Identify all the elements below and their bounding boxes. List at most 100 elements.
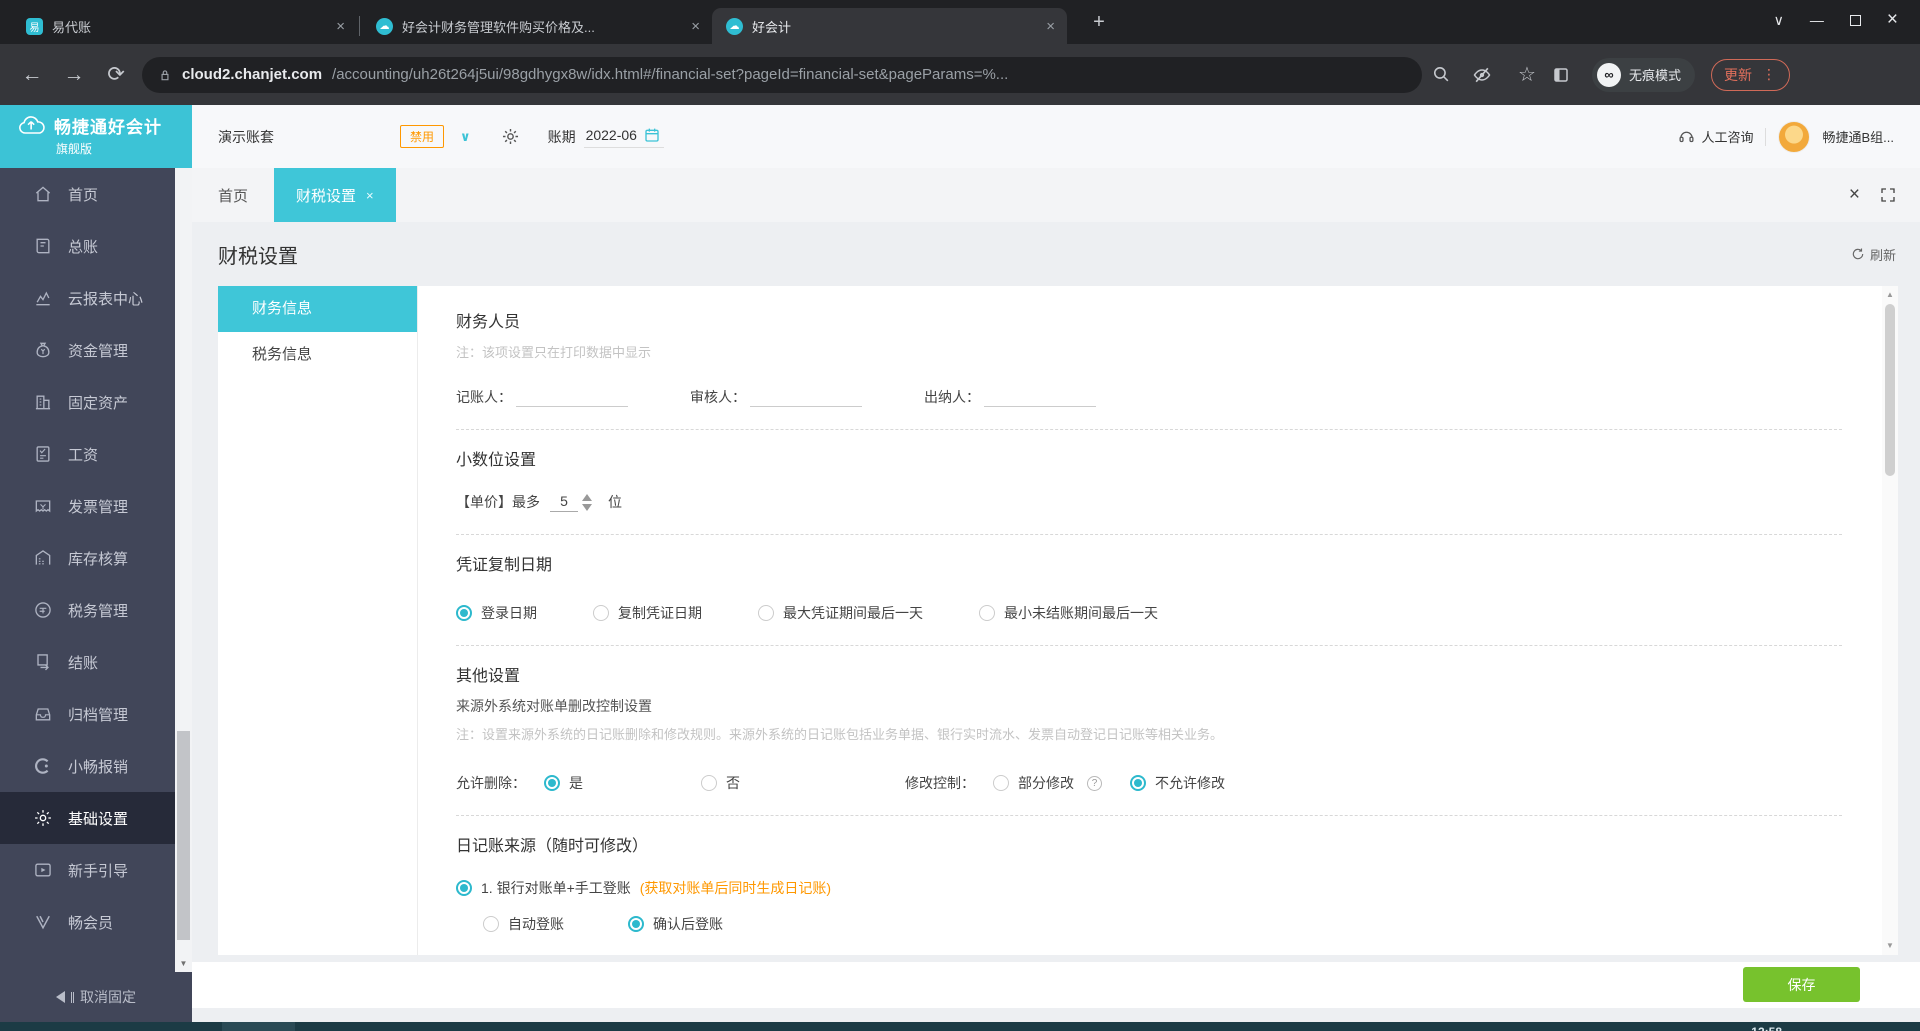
fullscreen-icon[interactable] <box>1880 187 1896 203</box>
unpin-sidebar-button[interactable]: 取消固定 <box>0 972 192 1022</box>
radio-delete-no[interactable] <box>701 775 717 791</box>
reviewer-input[interactable] <box>750 387 862 407</box>
tab-financial-settings[interactable]: 财税设置 × <box>274 168 396 222</box>
browser-tab-3-active[interactable]: ☁ 好会计 × <box>712 8 1067 44</box>
search-icon[interactable] <box>1432 65 1462 84</box>
bookmark-star-icon[interactable]: ☆ <box>1512 62 1542 87</box>
back-button[interactable]: ← <box>16 63 48 87</box>
close-window-button[interactable]: × <box>1887 9 1898 31</box>
refresh-button[interactable]: 刷新 <box>1851 245 1896 264</box>
tab-close-icon[interactable]: × <box>1046 18 1055 35</box>
sidebar-item-report-center[interactable]: 云报表中心 <box>0 272 192 324</box>
scroll-up-arrow-icon[interactable]: ▲ <box>1882 288 1898 302</box>
scroll-down-arrow-icon[interactable]: ▼ <box>1882 939 1898 953</box>
radio-delete-yes[interactable] <box>544 775 560 791</box>
period-picker[interactable]: 2022-06 <box>583 125 664 148</box>
tab-close-icon[interactable]: × <box>691 18 700 35</box>
settings-gear-icon[interactable] <box>501 127 520 146</box>
save-button[interactable]: 保存 <box>1743 967 1860 1002</box>
scrollbar-thumb[interactable] <box>177 730 190 940</box>
browser-update-button[interactable]: 更新 ⋮ <box>1711 58 1791 91</box>
eye-off-icon[interactable] <box>1472 65 1502 85</box>
scrollbar-thumb[interactable] <box>1885 304 1895 476</box>
subnav-financial-info[interactable]: 财务信息 <box>218 286 417 332</box>
home-icon <box>35 186 51 202</box>
radio-modify-partial[interactable] <box>993 775 1009 791</box>
scroll-down-arrow-icon[interactable]: ▼ <box>175 956 192 972</box>
decrement-button[interactable] <box>582 503 592 511</box>
sidebar-scrollbar[interactable]: ▼ <box>175 168 192 972</box>
panel-scrollbar[interactable]: ▲ ▼ <box>1882 286 1898 955</box>
sidebar-item-basic-settings[interactable]: 基础设置 <box>0 792 192 844</box>
tab-home[interactable]: 首页 <box>192 168 274 222</box>
radio-confirm-post[interactable] <box>628 916 644 932</box>
money-bag-icon <box>36 342 50 358</box>
radio-min-unclosed-last-day[interactable] <box>979 605 995 621</box>
unit-suffix: 位 <box>608 494 622 510</box>
browser-tab-1[interactable]: 易 易代账 × <box>12 8 357 44</box>
forward-button[interactable]: → <box>58 63 90 87</box>
decimal-places-input[interactable]: 5 <box>550 493 578 512</box>
sidebar-item-invoices[interactable]: 发票管理 <box>0 480 192 532</box>
calendar-icon <box>645 128 659 142</box>
bookkeeper-input[interactable] <box>516 387 628 407</box>
user-name[interactable]: 畅捷通B组... <box>1822 127 1894 146</box>
reviewer-label: 审核人： <box>690 389 746 405</box>
account-set-name[interactable]: 演示账套 <box>218 127 274 147</box>
quantity-stepper <box>582 493 592 511</box>
reload-button[interactable]: ⟳ <box>100 62 132 87</box>
period-label: 账期 <box>547 128 576 145</box>
sidebar: 首页 总账 云报表中心 资金管理 固定资产 工资 发票管理 库存核算 税务管理 … <box>0 168 192 1022</box>
close-all-tabs-icon[interactable]: × <box>1849 184 1860 206</box>
disabled-status-badge: 禁用 <box>400 125 445 148</box>
sidebar-item-general-ledger[interactable]: 总账 <box>0 220 192 272</box>
tab-search-chevron-icon[interactable]: ∨ <box>1774 12 1784 29</box>
sidebar-item-funds[interactable]: 资金管理 <box>0 324 192 376</box>
sidebar-item-tax[interactable]: 税务管理 <box>0 584 192 636</box>
radio-modify-forbid[interactable] <box>1130 775 1146 791</box>
warehouse-icon <box>35 550 51 565</box>
new-tab-button[interactable]: + <box>1085 8 1113 36</box>
section-title: 凭证复制日期 <box>456 557 553 574</box>
browser-tab-2[interactable]: ☁ 好会计财务管理软件购买价格及... × <box>362 8 712 44</box>
cashier-label: 出纳人： <box>924 389 980 405</box>
browser-tab-strip: 易 易代账 × ☁ 好会计财务管理软件购买价格及... × ☁ 好会计 × + … <box>0 0 1920 44</box>
browser-menu-icon[interactable]: ⋮ <box>1762 66 1777 83</box>
user-avatar[interactable] <box>1778 120 1811 153</box>
subnav-tax-info[interactable]: 税务信息 <box>218 332 417 378</box>
address-bar[interactable]: cloud2.chanjet.com/accounting/uh26t264j5… <box>142 56 1422 93</box>
taskbar-clock: 12:58 <box>1751 1025 1782 1031</box>
sidebar-item-membership[interactable]: 畅会员 <box>0 896 192 948</box>
tab-title: 好会计财务管理软件购买价格及... <box>402 19 595 35</box>
taskbar-app-button[interactable] <box>222 1022 295 1031</box>
page-title: 财税设置 <box>218 245 298 268</box>
radio-copy-voucher-date[interactable] <box>593 605 609 621</box>
radio-max-period-last-day[interactable] <box>758 605 774 621</box>
sidebar-item-expense[interactable]: 小畅报销 <box>0 740 192 792</box>
section-note: 注：该项设置只在打印数据中显示 <box>456 345 652 360</box>
sidebar-item-archive[interactable]: 归档管理 <box>0 688 192 740</box>
minimize-button[interactable]: — <box>1810 12 1824 28</box>
reading-mode-icon[interactable] <box>1552 66 1582 84</box>
tab-close-icon[interactable]: × <box>336 18 345 35</box>
radio-login-date[interactable] <box>456 605 472 621</box>
radio-bank-statement-manual[interactable] <box>456 880 472 896</box>
sidebar-item-fixed-assets[interactable]: 固定资产 <box>0 376 192 428</box>
increment-button[interactable] <box>582 493 592 501</box>
support-link[interactable]: 人工咨询 <box>1678 127 1753 146</box>
sidebar-item-inventory[interactable]: 库存核算 <box>0 532 192 584</box>
sidebar-item-guide[interactable]: 新手引导 <box>0 844 192 896</box>
sidebar-item-home[interactable]: 首页 <box>0 168 192 220</box>
incognito-indicator[interactable]: ∞ 无痕模式 <box>1592 57 1696 92</box>
help-icon[interactable]: ? <box>1087 775 1102 791</box>
tab-close-icon[interactable]: × <box>366 188 374 203</box>
option-hint: (获取对账单后同时生成日记账) <box>639 880 832 896</box>
cashier-input[interactable] <box>984 387 1096 407</box>
chevron-down-icon[interactable]: ∨ <box>460 129 471 145</box>
sidebar-item-payroll[interactable]: 工资 <box>0 428 192 480</box>
external-source-subtitle: 来源外系统对账单删改控制设置 <box>456 698 652 714</box>
sidebar-item-closing[interactable]: 结账 <box>0 636 192 688</box>
refresh-icon <box>1852 248 1864 260</box>
maximize-button[interactable] <box>1849 14 1861 26</box>
radio-auto-post[interactable] <box>483 916 499 932</box>
